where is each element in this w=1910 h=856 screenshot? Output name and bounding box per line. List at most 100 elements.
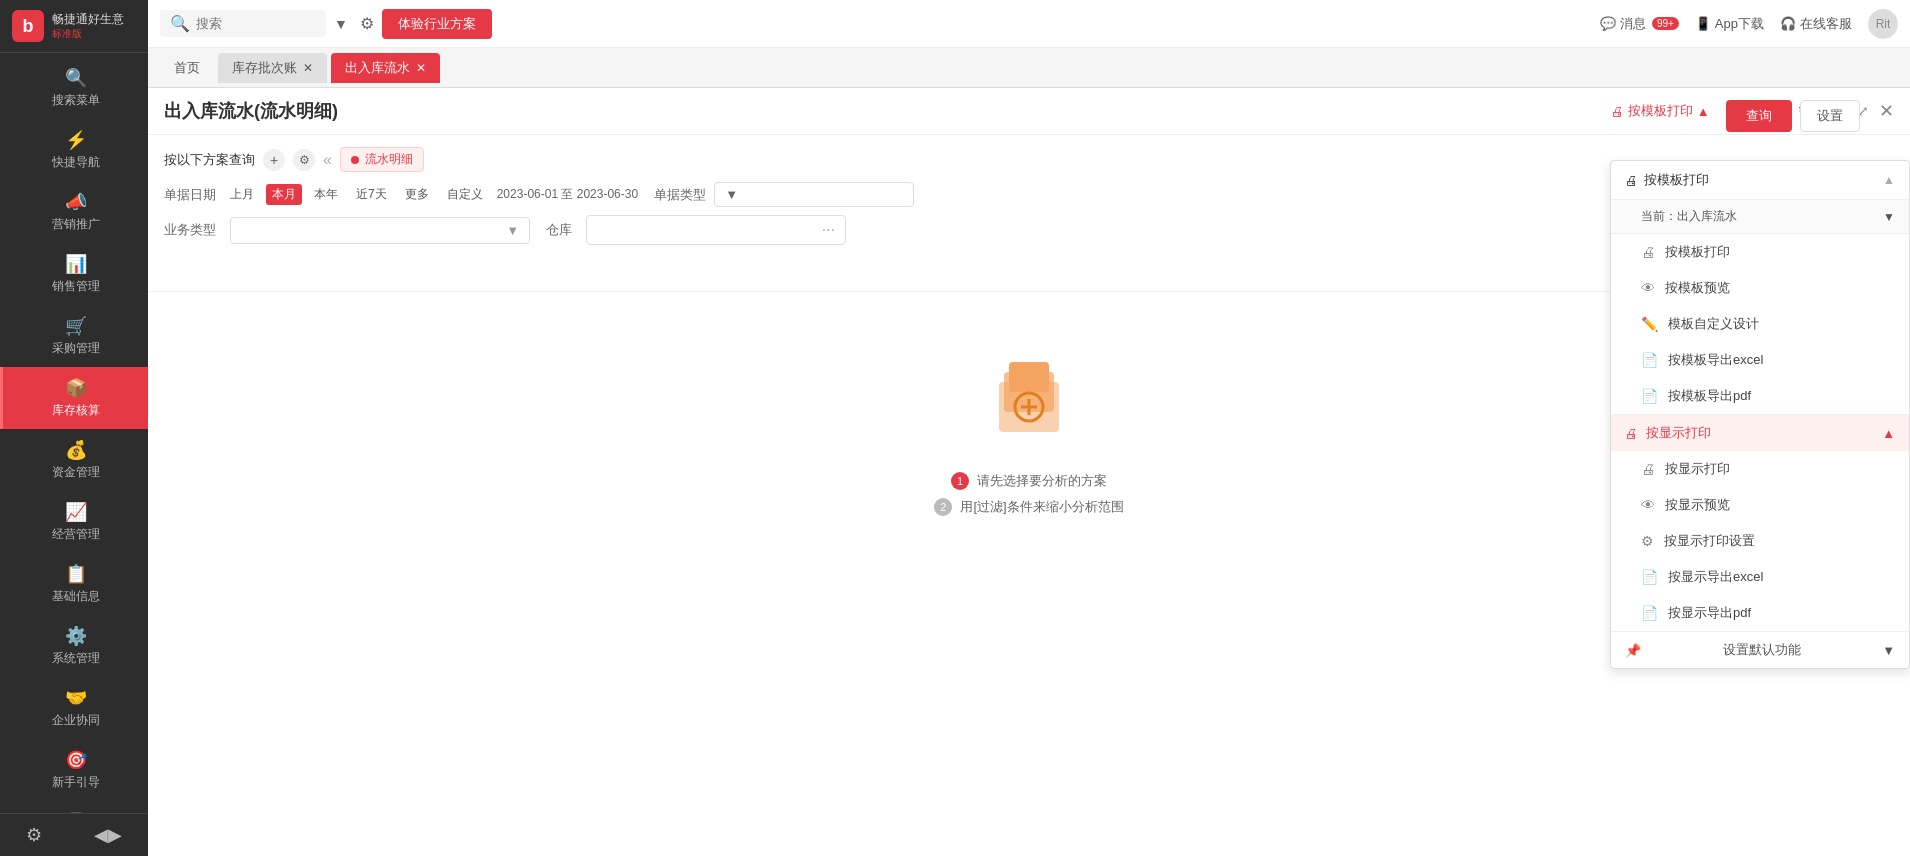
sidebar-item-operations[interactable]: 📈 经营管理 xyxy=(0,491,148,553)
date-option-thisyear[interactable]: 本年 xyxy=(308,184,344,205)
search-input[interactable] xyxy=(196,16,316,31)
dp-header: 🖨 按模板打印 ▲ xyxy=(1611,161,1909,200)
search-settings-icon[interactable]: ⚙ xyxy=(293,149,315,171)
app-name: 畅捷通好生意 xyxy=(52,11,124,28)
avatar-text: Rit xyxy=(1876,17,1891,31)
sidebar-item-cooperation[interactable]: 🤝 企业协同 xyxy=(0,677,148,739)
sidebar-item-label: 营销推广 xyxy=(52,216,100,233)
dp-item-template-print[interactable]: 🖨 按模板打印 xyxy=(1611,234,1909,270)
tab-batch-label: 库存批次账 xyxy=(232,59,297,77)
business-type-select[interactable]: ▼ xyxy=(230,217,530,244)
header-right: 💬 消息 99+ 📱 App下载 🎧 在线客服 Rit xyxy=(1600,9,1898,39)
search-label: 按以下方案查询 xyxy=(164,151,255,169)
sidebar-item-basic-info[interactable]: 📋 基础信息 xyxy=(0,553,148,615)
print-icon: 🖨 xyxy=(1611,104,1624,119)
dp-header-label: 🖨 按模板打印 xyxy=(1625,171,1709,189)
dp-item-display-print-settings[interactable]: ⚙ 按显示打印设置 xyxy=(1611,523,1909,559)
sidebar-item-marketing[interactable]: 📣 营销推广 xyxy=(0,181,148,243)
tab-bar: 首页 库存批次账 ✕ 出入库流水 ✕ xyxy=(148,48,1910,88)
add-condition-btn[interactable]: + xyxy=(263,149,285,171)
filter-tag-label: 流水明细 xyxy=(365,151,413,168)
dp-item-label: 按显示预览 xyxy=(1665,496,1730,514)
query-button[interactable]: 查询 xyxy=(1726,100,1792,132)
dp-set-default-icon: 📌 xyxy=(1625,643,1641,658)
header-dropdown-icon[interactable]: ▼ xyxy=(334,16,348,32)
dp-item-template-export-pdf[interactable]: 📄 按模板导出pdf xyxy=(1611,378,1909,414)
dp-item-display-export-pdf[interactable]: 📄 按显示导出pdf xyxy=(1611,595,1909,631)
search-collapse-icon[interactable]: « xyxy=(323,151,332,169)
dp-item-template-custom[interactable]: ✏️ 模板自定义设计 xyxy=(1611,306,1909,342)
header-search-box[interactable]: 🔍 xyxy=(160,10,326,37)
settings-button[interactable]: 设置 xyxy=(1800,100,1860,132)
sidebar-item-label: 资金管理 xyxy=(52,464,100,481)
dp-set-default[interactable]: 📌 设置默认功能 ▼ xyxy=(1611,632,1909,668)
message-btn[interactable]: 💬 消息 99+ xyxy=(1600,15,1679,33)
sidebar-item-finance[interactable]: 💰 资金管理 xyxy=(0,429,148,491)
sidebar-item-label: 销售管理 xyxy=(52,278,100,295)
page-header: 出入库流水(流水明细) 🖨 按模板打印 ▲ ↑ 导出 ↻ 刷新 ⤢ ✕ xyxy=(148,88,1910,135)
header-gear-icon[interactable]: ⚙ xyxy=(360,14,374,33)
avatar: Rit xyxy=(1868,9,1898,39)
industry-btn[interactable]: 体验行业方案 xyxy=(382,9,492,39)
dp-item-display-preview[interactable]: 👁 按显示预览 xyxy=(1611,487,1909,523)
collapse-sidebar-icon[interactable]: ◀▶ xyxy=(94,824,122,846)
sidebar-item-app-center[interactable]: 📱 应用中心 xyxy=(0,801,148,813)
date-option-more[interactable]: 更多 xyxy=(399,184,435,205)
empty-step-2: 2 用[过滤]条件来缩小分析范围 xyxy=(934,498,1123,516)
business-type-chevron: ▼ xyxy=(506,223,519,238)
quicknav-icon: ⚡ xyxy=(65,129,87,151)
user-profile[interactable]: Rit xyxy=(1868,9,1898,39)
sidebar-item-guide[interactable]: 🎯 新手引导 xyxy=(0,739,148,801)
sidebar-item-sales[interactable]: 📊 销售管理 xyxy=(0,243,148,305)
settings-bottom-icon[interactable]: ⚙ xyxy=(26,824,42,846)
sidebar-item-label: 系统管理 xyxy=(52,650,100,667)
date-option-lastmonth[interactable]: 上月 xyxy=(224,184,260,205)
business-type-label: 业务类型 xyxy=(164,221,216,239)
dp-current: 当前：出入库流水 ▼ xyxy=(1611,200,1909,233)
sidebar-item-system[interactable]: ⚙️ 系统管理 xyxy=(0,615,148,677)
dp-display-section-header[interactable]: 🖨 按显示打印 ▲ xyxy=(1611,415,1909,451)
dp-item-label: 模板自定义设计 xyxy=(1668,315,1759,333)
filter-dot xyxy=(351,156,359,164)
tab-home[interactable]: 首页 xyxy=(160,53,214,83)
dp-item-label: 按显示导出excel xyxy=(1668,568,1763,586)
dp-print-icon: 🖨 xyxy=(1625,173,1638,188)
sidebar-item-purchase[interactable]: 🛒 采购管理 xyxy=(0,305,148,367)
step-num-1: 1 xyxy=(951,472,969,490)
dp-item-template-export-excel[interactable]: 📄 按模板导出excel xyxy=(1611,342,1909,378)
search-icon: 🔍 xyxy=(170,14,190,33)
dp-display-section-label: 按显示打印 xyxy=(1646,424,1711,442)
sidebar-item-inventory[interactable]: 📦 库存核算 xyxy=(0,367,148,429)
dp-item-template-preview[interactable]: 👁 按模板预览 xyxy=(1611,270,1909,306)
date-field: 单据日期 上月 本月 本年 近7天 更多 自定义 2023-06-01 至 20… xyxy=(164,184,638,205)
online-service-btn[interactable]: 🎧 在线客服 xyxy=(1780,15,1852,33)
sidebar-item-label: 企业协同 xyxy=(52,712,100,729)
message-badge: 99+ xyxy=(1652,17,1679,30)
date-option-7days[interactable]: 近7天 xyxy=(350,184,393,205)
dp-item-display-print[interactable]: 🖨 按显示打印 xyxy=(1611,451,1909,487)
tab-batch-account[interactable]: 库存批次账 ✕ xyxy=(218,53,327,83)
sidebar-item-quick-nav[interactable]: ⚡ 快捷导航 xyxy=(0,119,148,181)
top-header: 🔍 ▼ ⚙ 体验行业方案 💬 消息 99+ 📱 App下载 🎧 在线客服 xyxy=(148,0,1910,48)
tab-flow-close-icon[interactable]: ✕ xyxy=(416,61,426,75)
message-label: 消息 xyxy=(1620,15,1646,33)
date-field-label: 单据日期 xyxy=(164,186,216,204)
print-template-btn[interactable]: 🖨 按模板打印 ▲ xyxy=(1603,98,1718,124)
date-option-custom[interactable]: 自定义 xyxy=(441,184,489,205)
sidebar: b 畅捷通好生意 标准版 🔍 搜索菜单 ⚡ 快捷导航 📣 营销推广 📊 销售管理… xyxy=(0,0,148,856)
sidebar-nav: 🔍 搜索菜单 ⚡ 快捷导航 📣 营销推广 📊 销售管理 🛒 采购管理 📦 库存核… xyxy=(0,53,148,813)
type-select[interactable]: ▼ xyxy=(714,182,914,207)
dp-chevron-up-icon[interactable]: ▲ xyxy=(1883,173,1895,187)
warehouse-select[interactable]: ··· xyxy=(586,215,846,245)
dp-item-label: 按模板预览 xyxy=(1665,279,1730,297)
date-option-thismonth[interactable]: 本月 xyxy=(266,184,302,205)
finance-icon: 💰 xyxy=(65,439,87,461)
app-download-btn[interactable]: 📱 App下载 xyxy=(1695,15,1764,33)
sidebar-item-search[interactable]: 🔍 搜索菜单 xyxy=(0,57,148,119)
dropdown-panel: 🖨 按模板打印 ▲ 当前：出入库流水 ▼ 🖨 按模板打印 👁 按模板预览 ✏️ … xyxy=(1610,160,1910,669)
dp-footer-chevron: ▼ xyxy=(1882,643,1895,658)
tab-batch-close-icon[interactable]: ✕ xyxy=(303,61,313,75)
dp-item-display-export-excel[interactable]: 📄 按显示导出excel xyxy=(1611,559,1909,595)
tab-flow[interactable]: 出入库流水 ✕ xyxy=(331,53,440,83)
type-field-label: 单据类型 xyxy=(654,186,706,204)
